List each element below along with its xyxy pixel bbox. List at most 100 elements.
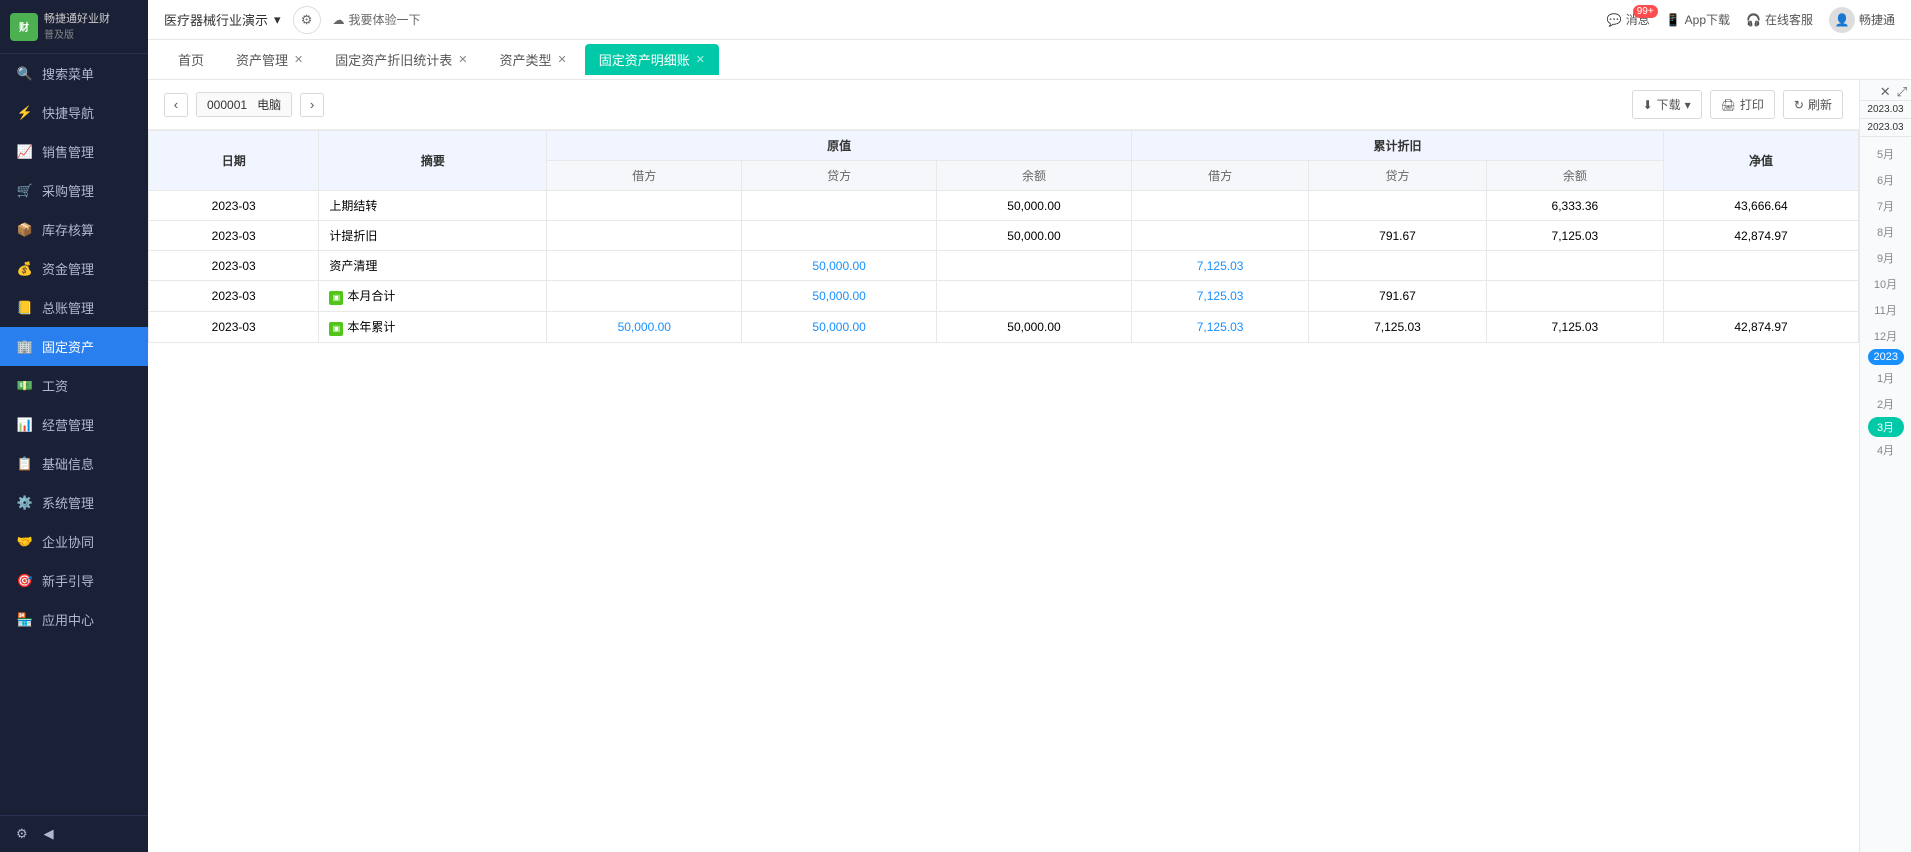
cell-acc-debit: [1131, 191, 1308, 221]
settings-icon[interactable]: ⚙: [16, 826, 28, 842]
sidebar-item-sales[interactable]: 📈销售管理: [0, 132, 148, 171]
sub-col-orig-debit: 借方: [547, 161, 742, 191]
asset-code: 000001: [207, 98, 247, 112]
summary-icon: ▣: [329, 322, 343, 336]
sidebar-item-salary[interactable]: 💵工资: [0, 366, 148, 405]
sidebar-item-label: 工资: [42, 376, 68, 395]
print-icon: 🖨: [1721, 98, 1736, 112]
sidebar-item-quicknav[interactable]: ⚡快捷导航: [0, 93, 148, 132]
headset-icon: 🎧: [1746, 13, 1761, 27]
sidebar-item-basics[interactable]: 📋基础信息: [0, 444, 148, 483]
sidebar-item-fixed_assets[interactable]: 🏢固定资产: [0, 327, 148, 366]
cell-date: 2023-03: [149, 281, 319, 312]
cell-date: 2023-03: [149, 221, 319, 251]
tab-close-asset_mgmt[interactable]: ✕: [294, 53, 303, 66]
timeline-month[interactable]: 6月: [1860, 167, 1911, 193]
tab-fixed_detail[interactable]: 固定资产明细账✕: [585, 44, 719, 75]
tab-fixed_depreciation[interactable]: 固定资产折旧统计表✕: [321, 44, 481, 75]
ops-icon: 📊: [16, 416, 34, 434]
cell-acc-balance: [1486, 281, 1663, 312]
collab-icon: 🤝: [16, 533, 34, 551]
tab-close-fixed_depreciation[interactable]: ✕: [458, 53, 467, 66]
print-button[interactable]: 🖨 打印: [1710, 90, 1775, 119]
panel-close-icon[interactable]: ✕: [1880, 84, 1891, 100]
tab-label-asset_type: 资产类型: [499, 50, 551, 69]
table-row: 2023-03 ▣本年累计 50,000.00 50,000.00 50,000…: [149, 312, 1859, 343]
service-label: 在线客服: [1765, 11, 1813, 28]
timeline-month[interactable]: 12月: [1860, 323, 1911, 349]
timeline-month[interactable]: 5月: [1860, 141, 1911, 167]
prev-button[interactable]: ‹: [164, 93, 188, 117]
timeline-month[interactable]: 8月: [1860, 219, 1911, 245]
timeline-month[interactable]: 4月: [1860, 437, 1911, 463]
experience-label: 我要体验一下: [349, 11, 421, 28]
sidebar-item-appstore[interactable]: 🏪应用中心: [0, 600, 148, 639]
sub-col-orig-credit: 贷方: [742, 161, 937, 191]
cell-orig-debit: [547, 251, 742, 281]
timeline-month[interactable]: 11月: [1860, 297, 1911, 323]
message-button[interactable]: 💬 消息 99+: [1607, 11, 1650, 28]
tab-home[interactable]: 首页: [164, 44, 218, 75]
sub-col-acc-balance: 余额: [1486, 161, 1663, 191]
sidebar-item-label: 固定资产: [42, 337, 94, 356]
cell-acc-credit: 791.67: [1309, 221, 1486, 251]
finance-icon: 💰: [16, 260, 34, 278]
company-settings-button[interactable]: ⚙: [293, 6, 321, 34]
sidebar-item-ops[interactable]: 📊经营管理: [0, 405, 148, 444]
sub-col-acc-credit: 贷方: [1309, 161, 1486, 191]
cell-orig-balance: 50,000.00: [937, 312, 1132, 343]
timeline-month[interactable]: 9月: [1860, 245, 1911, 271]
cell-desc: 资产清理: [319, 251, 547, 281]
next-button[interactable]: ›: [300, 93, 324, 117]
sidebar-item-ledger[interactable]: 📒总账管理: [0, 288, 148, 327]
app-edition: 普及版: [44, 26, 110, 41]
tab-close-fixed_detail[interactable]: ✕: [696, 53, 705, 66]
tab-asset_mgmt[interactable]: 资产管理✕: [222, 44, 317, 75]
timeline-month[interactable]: 10月: [1860, 271, 1911, 297]
timeline-month[interactable]: 7月: [1860, 193, 1911, 219]
collapse-icon[interactable]: ◀: [44, 826, 54, 842]
sidebar-item-collab[interactable]: 🤝企业协同: [0, 522, 148, 561]
sidebar-item-search[interactable]: 🔍搜索菜单: [0, 54, 148, 93]
table-row: 2023-03 资产清理 50,000.00 7,125.03: [149, 251, 1859, 281]
download-icon: 📱: [1666, 13, 1681, 27]
cell-net-value: 43,666.64: [1664, 191, 1859, 221]
sub-col-acc-debit: 借方: [1131, 161, 1308, 191]
refresh-button[interactable]: ↻ 刷新: [1783, 90, 1843, 119]
ledger-icon: 📒: [16, 299, 34, 317]
cell-acc-credit: 791.67: [1309, 281, 1486, 312]
cell-date: 2023-03: [149, 251, 319, 281]
download-label: App下载: [1685, 11, 1730, 28]
timeline-month[interactable]: 2月: [1860, 391, 1911, 417]
sidebar-item-finance[interactable]: 💰资金管理: [0, 249, 148, 288]
cell-acc-balance: 7,125.03: [1486, 221, 1663, 251]
sidebar-item-system[interactable]: ⚙️系统管理: [0, 483, 148, 522]
col-group-acc: 累计折旧: [1131, 131, 1663, 161]
tab-asset_type[interactable]: 资产类型 ✕: [485, 44, 580, 75]
timeline-month[interactable]: 1月: [1860, 365, 1911, 391]
cell-acc-balance: 6,333.36: [1486, 191, 1663, 221]
panel-expand-icon[interactable]: ⤢: [1897, 84, 1907, 100]
cell-orig-debit: [547, 191, 742, 221]
fixed-asset-detail-table: 日期 摘要 原值 累计折旧 净值 借方 贷方 余额 借方 贷方 余额: [148, 130, 1859, 343]
cell-acc-balance: [1486, 251, 1663, 281]
service-button[interactable]: 🎧 在线客服: [1746, 11, 1813, 28]
appstore-icon: 🏪: [16, 611, 34, 629]
user-menu[interactable]: 👤 畅捷通: [1829, 7, 1895, 33]
cell-net-value: 42,874.97: [1664, 312, 1859, 343]
timeline-year-active[interactable]: 2023: [1868, 349, 1904, 365]
company-selector[interactable]: 医疗器械行业演示 ▾: [164, 10, 281, 29]
experience-button[interactable]: ☁ 我要体验一下: [333, 11, 421, 28]
message-icon: 💬: [1607, 13, 1622, 27]
download-button[interactable]: ⬇ 下载 ▾: [1632, 90, 1702, 119]
tab-bar: 首页资产管理✕固定资产折旧统计表✕资产类型✕固定资产明细账✕: [148, 40, 1911, 80]
sidebar-item-guide[interactable]: 🎯新手引导: [0, 561, 148, 600]
timeline-month[interactable]: 3月: [1868, 417, 1904, 437]
user-name: 畅捷通: [1859, 11, 1895, 28]
sidebar-item-label: 基础信息: [42, 454, 94, 473]
sidebar-item-inventory[interactable]: 📦库存核算: [0, 210, 148, 249]
tab-close-asset_type[interactable]: ✕: [558, 53, 567, 66]
sidebar-item-purchase[interactable]: 🛒采购管理: [0, 171, 148, 210]
top-header: 医疗器械行业演示 ▾ ⚙ ☁ 我要体验一下 💬 消息 99+ 📱 App下载 🎧…: [148, 0, 1911, 40]
download-button[interactable]: 📱 App下载: [1666, 11, 1730, 28]
